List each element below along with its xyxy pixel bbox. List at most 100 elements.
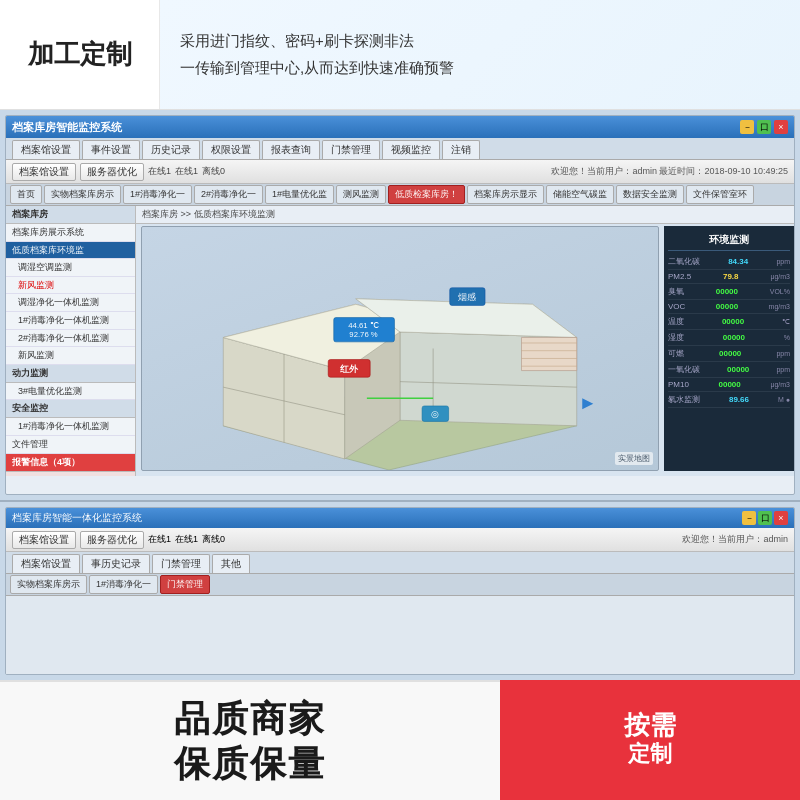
sidebar-alerts-section: 报警信息（4项） xyxy=(6,454,135,472)
software-window-main: 档案库房智能监控系统 － 口 × 档案馆设置 事件设置 历史记录 权限设置 报表… xyxy=(5,115,795,495)
bottom-online2: 在线1 xyxy=(175,533,198,546)
bottom-secondary-tabs: 实物档案库房示 1#消毒净化一 门禁管理 xyxy=(6,574,794,596)
env-temp-value: 00000 xyxy=(722,317,744,326)
sidebar-item-power3[interactable]: 3#电量优化监测 xyxy=(6,383,135,401)
tab-permissions[interactable]: 权限设置 xyxy=(202,140,260,159)
tab-reports[interactable]: 报表查询 xyxy=(262,140,320,159)
bottom-close-button[interactable]: × xyxy=(774,511,788,525)
brand-area: 加工定制 xyxy=(0,0,160,110)
banner-line1: 采用进门指纹、密码+刷卡探测非法 xyxy=(180,32,780,51)
env-voc-unit: mg/m3 xyxy=(769,303,790,310)
env-co2-value: 84.34 xyxy=(728,257,748,266)
minimize-button[interactable]: － xyxy=(740,120,754,134)
bottom-tab2-archive[interactable]: 实物档案库房示 xyxy=(10,575,87,594)
tab2-file-room[interactable]: 文件保管室环 xyxy=(686,185,754,204)
toolbar-server-optimize[interactable]: 服务器优化 xyxy=(80,163,144,181)
main-content-area: 档案库房 档案库房展示系统 低质档案库环境监 调湿空调监测 新风监测 调湿净化一… xyxy=(6,206,794,476)
env-combustible-value: 00000 xyxy=(719,349,741,358)
main-toolbar: 档案馆设置 服务器优化 在线1 在线1 离线0 欢迎您！当前用户：admin 最… xyxy=(6,160,794,184)
tab2-low-archive[interactable]: 低质检案库房！ xyxy=(388,185,465,204)
bottom-online1: 在线1 xyxy=(148,533,171,546)
bottom-minimize-button[interactable]: － xyxy=(742,511,756,525)
sidebar-item-disinfect2[interactable]: 2#消毒净化一体机监测 xyxy=(6,330,135,348)
env-co-value: 00000 xyxy=(727,365,749,374)
bottom-tab-setup[interactable]: 档案馆设置 xyxy=(12,554,80,573)
toolbar-online1: 在线1 xyxy=(148,165,171,178)
env-co-label: 一氧化碳 xyxy=(668,364,700,375)
bottom-tab-other[interactable]: 其他 xyxy=(212,554,250,573)
tab2-archive-real[interactable]: 实物档案库房示 xyxy=(44,185,121,204)
tab-video[interactable]: 视频监控 xyxy=(382,140,440,159)
bottom-toolbar-optimize[interactable]: 服务器优化 xyxy=(80,531,144,549)
bottom-tab-history[interactable]: 事历史记录 xyxy=(82,554,150,573)
sidebar-item-wind[interactable]: 新风监测 xyxy=(6,347,135,365)
sidebar-item-disinfect1b[interactable]: 1#消毒净化一体机监测 xyxy=(6,418,135,436)
env-pm25-value: 79.8 xyxy=(723,272,739,281)
env-humidity-value: 00000 xyxy=(723,333,745,342)
env-humidity-unit: % xyxy=(784,334,790,341)
promo-line1: 品质商家 xyxy=(174,699,326,739)
sidebar-item-new-air[interactable]: 新风监测 xyxy=(6,277,135,295)
env-combustible: 可燃 00000 ppm xyxy=(668,346,790,362)
tab-archive-setup[interactable]: 档案馆设置 xyxy=(12,140,80,159)
sidebar-item-humidity[interactable]: 调湿空调监测 xyxy=(6,259,135,277)
bottom-window-title: 档案库房智能一体化监控系统 xyxy=(12,511,142,525)
banner-line2: 一传输到管理中心,从而达到快速准确预警 xyxy=(180,59,780,78)
tab2-air-carbon[interactable]: 储能空气碳监 xyxy=(546,185,614,204)
sidebar-item-file-mgmt[interactable]: 文件管理 xyxy=(6,436,135,454)
building-3d-svg: 44.61 ℃ 92.76 % 红外 烟感 ◎ xyxy=(142,227,658,470)
sidebar-item-display[interactable]: 档案库房展示系统 xyxy=(6,224,135,242)
maximize-button[interactable]: 口 xyxy=(757,120,771,134)
tab-door[interactable]: 门禁管理 xyxy=(322,140,380,159)
env-pm25-label: PM2.5 xyxy=(668,272,691,281)
window-title: 档案库房智能监控系统 xyxy=(12,120,122,135)
env-voc: VOC 00000 mg/m3 xyxy=(668,300,790,314)
bottom-section: 档案库房智能一体化监控系统 － 口 × 档案馆设置 服务器优化 在线1 在线1 … xyxy=(0,500,800,680)
promo-right-area: 按需 定制 xyxy=(500,680,800,800)
tab-history[interactable]: 历史记录 xyxy=(142,140,200,159)
svg-marker-8 xyxy=(522,337,577,370)
bottom-tab2-disinfect[interactable]: 1#消毒净化一 xyxy=(89,575,158,594)
env-co2: 二氧化碳 84.34 ppm xyxy=(668,254,790,270)
tab-event-setup[interactable]: 事件设置 xyxy=(82,140,140,159)
svg-text:44.61  ℃: 44.61 ℃ xyxy=(348,321,378,330)
close-button[interactable]: × xyxy=(774,120,788,134)
bottom-titlebar: 档案库房智能一体化监控系统 － 口 × xyxy=(6,508,794,528)
tab2-home[interactable]: 首页 xyxy=(10,185,42,204)
tab-logout[interactable]: 注销 xyxy=(442,140,480,159)
alert-emergency: 紧急告警 0条 xyxy=(12,475,129,476)
sidebar-section-security: 安全监控 xyxy=(6,400,135,418)
window-controls: － 口 × xyxy=(740,120,788,134)
sidebar-item-disinfect1[interactable]: 1#消毒净化一体机监测 xyxy=(6,312,135,330)
svg-text:◎: ◎ xyxy=(431,409,439,419)
tab2-data-security[interactable]: 数据安全监测 xyxy=(616,185,684,204)
env-monitor-panel: 环境监测 二氧化碳 84.34 ppm PM2.5 79.8 μg/m3 臭氧 … xyxy=(664,226,794,471)
bottom-tab-door[interactable]: 门禁管理 xyxy=(152,554,210,573)
env-pm10: PM10 00000 μg/m3 xyxy=(668,378,790,392)
bottom-maximize-button[interactable]: 口 xyxy=(758,511,772,525)
bottom-window-controls: － 口 × xyxy=(742,511,788,525)
bottom-tab2-door[interactable]: 门禁管理 xyxy=(160,575,210,594)
toolbar-archive-setup[interactable]: 档案馆设置 xyxy=(12,163,76,181)
tab2-disinfect1[interactable]: 1#消毒净化一 xyxy=(123,185,192,204)
promo-left-area: 品质商家 保质保量 xyxy=(0,680,500,800)
sidebar-item-low-archive[interactable]: 低质档案库环境监 xyxy=(6,242,135,260)
env-radon: 氡水监测 89.66 M ● xyxy=(668,392,790,408)
bottom-offline: 离线0 xyxy=(202,533,225,546)
bottom-toolbar-setup[interactable]: 档案馆设置 xyxy=(12,531,76,549)
toolbar-online2: 在线1 xyxy=(175,165,198,178)
tab2-archive-show[interactable]: 档案库房示显示 xyxy=(467,185,544,204)
tab2-power[interactable]: 1#电量优化监 xyxy=(265,185,334,204)
bottom-toolbar: 档案馆设置 服务器优化 在线1 在线1 离线0 欢迎您！当前用户：admin xyxy=(6,528,794,552)
env-co2-label: 二氧化碳 xyxy=(668,256,700,267)
svg-text:烟感: 烟感 xyxy=(458,292,476,302)
tab2-disinfect2[interactable]: 2#消毒净化一 xyxy=(194,185,263,204)
window-titlebar: 档案库房智能监控系统 － 口 × xyxy=(6,116,794,138)
svg-text:红外: 红外 xyxy=(339,364,359,374)
env-pm10-unit: μg/m3 xyxy=(770,381,790,388)
tab2-wind[interactable]: 测风监测 xyxy=(336,185,386,204)
env-pm10-label: PM10 xyxy=(668,380,689,389)
toolbar-offline: 离线0 xyxy=(202,165,225,178)
promo-line2: 保质保量 xyxy=(174,744,326,784)
sidebar-item-dehumid[interactable]: 调湿净化一体机监测 xyxy=(6,294,135,312)
